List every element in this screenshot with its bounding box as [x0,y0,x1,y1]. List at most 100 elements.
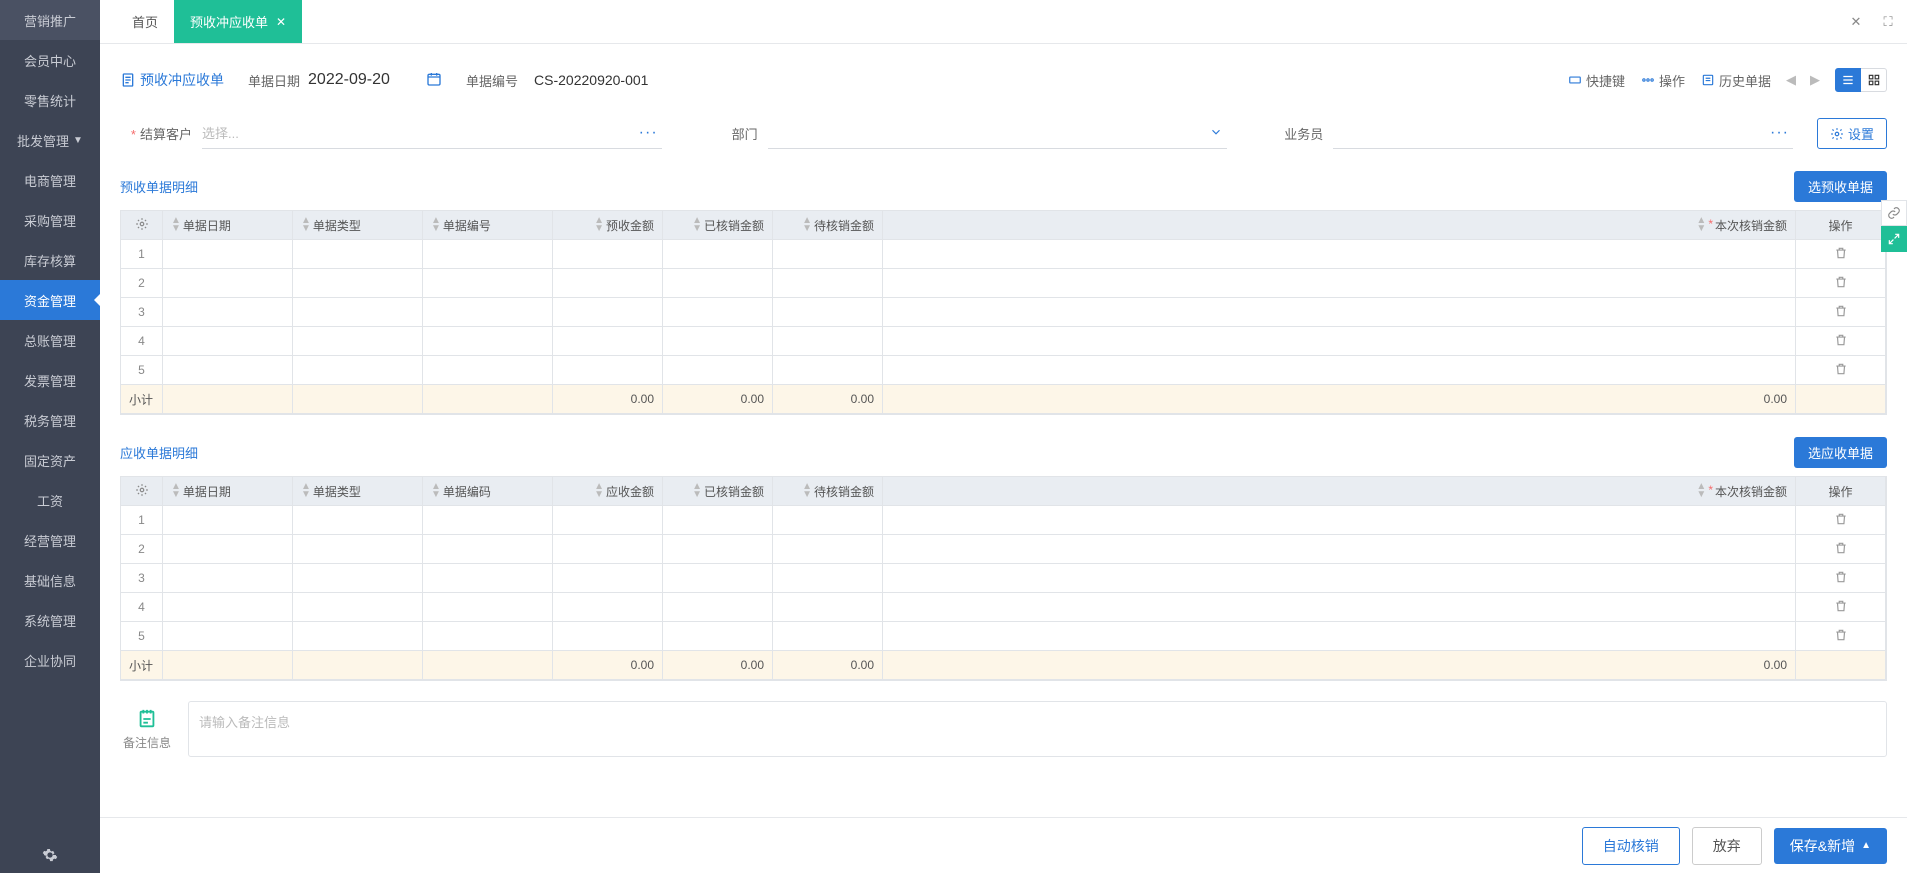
view-list-button[interactable] [1835,68,1861,92]
customer-input[interactable] [202,126,662,141]
sidebar-item-marketing[interactable]: 营销推广 [0,0,100,40]
table-row[interactable]: 4 [121,593,1886,622]
calendar-icon[interactable] [426,71,442,90]
subtotal-row: 小计 0.00 0.00 0.00 0.00 [121,651,1886,680]
chevron-down-icon[interactable] [1209,125,1223,142]
section1-header: 预收单据明细 选预收单据 [120,171,1887,202]
caret-up-icon: ▲ [1861,840,1871,851]
delete-icon[interactable] [1834,544,1848,558]
table-row[interactable]: 1 [121,506,1886,535]
tab-bar: 首页 预收冲应收单 ✕ ✕ ⛶ [100,0,1907,44]
customer-picker-icon[interactable]: ··· [639,124,658,142]
table-row[interactable]: 1 [121,240,1886,269]
sidebar-settings-button[interactable] [0,837,100,873]
delete-icon[interactable] [1834,631,1848,645]
view-mode-toggle [1835,68,1887,92]
sort-icon: ▲▼ [171,217,181,233]
delete-icon[interactable] [1834,602,1848,616]
sidebar-item-purchase[interactable]: 采购管理 [0,200,100,240]
sidebar-item-ledger[interactable]: 总账管理 [0,320,100,360]
table-gear-button[interactable] [121,211,163,240]
sidebar-item-tax[interactable]: 税务管理 [0,400,100,440]
expand-button[interactable] [1881,226,1907,252]
float-buttons [1881,200,1907,252]
discard-button[interactable]: 放弃 [1692,827,1762,865]
sidebar-item-operation[interactable]: 经营管理 [0,520,100,560]
delete-icon[interactable] [1834,573,1848,587]
dept-input[interactable] [768,126,1228,141]
gear-icon [1830,127,1844,141]
tabbar-close-button[interactable]: ✕ [1845,11,1867,33]
delete-icon[interactable] [1834,307,1848,321]
table-row[interactable]: 5 [121,356,1886,385]
settings-button[interactable]: 设置 [1817,118,1887,149]
doc-title: 预收冲应收单 [120,70,224,90]
sidebar-item-ecommerce[interactable]: 电商管理 [0,160,100,200]
section1-title: 预收单据明细 [120,177,198,196]
shortcut-link[interactable]: 快捷键 [1562,67,1631,94]
delete-icon[interactable] [1834,278,1848,292]
sidebar-item-member[interactable]: 会员中心 [0,40,100,80]
next-doc-button[interactable]: ▶ [1805,72,1825,88]
remarks-input[interactable] [188,701,1887,757]
select-receivable-button[interactable]: 选应收单据 [1794,437,1887,468]
auto-verify-button[interactable]: 自动核销 [1582,827,1680,865]
sidebar-item-inventory[interactable]: 库存核算 [0,240,100,280]
delete-icon[interactable] [1834,515,1848,529]
sort-icon: ▲▼ [692,483,702,499]
sidebar-item-funds[interactable]: 资金管理 [0,280,100,320]
section2-header: 应收单据明细 选应收单据 [120,437,1887,468]
delete-icon[interactable] [1834,365,1848,379]
sort-icon: ▲▼ [301,217,311,233]
operate-link[interactable]: 操作 [1635,67,1691,94]
table-gear-button[interactable] [121,477,163,506]
sidebar-item-assets[interactable]: 固定资产 [0,440,100,480]
sidebar-item-basic[interactable]: 基础信息 [0,560,100,600]
tab-home[interactable]: 首页 [116,0,174,43]
gear-icon [135,217,149,231]
table-row[interactable]: 2 [121,269,1886,298]
delete-icon[interactable] [1834,336,1848,350]
prev-doc-button[interactable]: ◀ [1781,72,1801,88]
close-icon[interactable]: ✕ [276,15,286,29]
table-row[interactable]: 2 [121,535,1886,564]
sort-icon: ▲▼ [802,217,812,233]
history-icon [1701,73,1715,87]
attachment-button[interactable] [1881,200,1907,226]
tab-prepay-offset[interactable]: 预收冲应收单 ✕ [174,0,302,43]
fullscreen-icon[interactable]: ⛶ [1877,11,1899,33]
salesman-input[interactable] [1333,126,1793,141]
remarks-label: 备注信息 [120,701,174,757]
main-area: 首页 预收冲应收单 ✕ ✕ ⛶ 预收冲应收单 单据日期 2022-09-20 [100,0,1907,873]
salesman-picker-icon[interactable]: ··· [1770,124,1789,142]
section2-title: 应收单据明细 [120,443,198,462]
sort-icon: ▲▼ [594,483,604,499]
document-icon [120,72,136,88]
view-grid-button[interactable] [1861,68,1887,92]
content-scroll: 预收冲应收单 单据日期 2022-09-20 单据编号 CS-20220920-… [100,44,1907,873]
sidebar-item-collab[interactable]: 企业协同 [0,640,100,680]
sidebar-item-retail-stats[interactable]: 零售统计 [0,80,100,120]
sidebar-item-salary[interactable]: 工资 [0,480,100,520]
billno-label: 单据编号 [466,71,518,90]
table-row[interactable]: 4 [121,327,1886,356]
sidebar-item-system[interactable]: 系统管理 [0,600,100,640]
history-link[interactable]: 历史单据 [1695,67,1777,94]
expand-icon [1887,232,1901,246]
select-prepay-button[interactable]: 选预收单据 [1794,171,1887,202]
table-row[interactable]: 3 [121,564,1886,593]
date-value[interactable]: 2022-09-20 [308,71,418,90]
delete-icon[interactable] [1834,249,1848,263]
customer-field: *结算客户 ··· [120,119,662,149]
billno-value: CS-20220920-001 [534,72,648,88]
link-icon [1887,206,1901,220]
table-row[interactable]: 3 [121,298,1886,327]
sidebar-item-invoice[interactable]: 发票管理 [0,360,100,400]
save-new-button[interactable]: 保存&新增 ▲ [1774,828,1887,864]
subtotal-row: 小计 0.00 0.00 0.00 0.00 [121,385,1886,414]
table-row[interactable]: 5 [121,622,1886,651]
sort-icon: ▲▼ [692,217,702,233]
sidebar-item-wholesale[interactable]: 批发管理▼ [0,120,100,160]
operate-icon [1641,73,1655,87]
sort-icon: ▲▼ [1696,483,1706,499]
